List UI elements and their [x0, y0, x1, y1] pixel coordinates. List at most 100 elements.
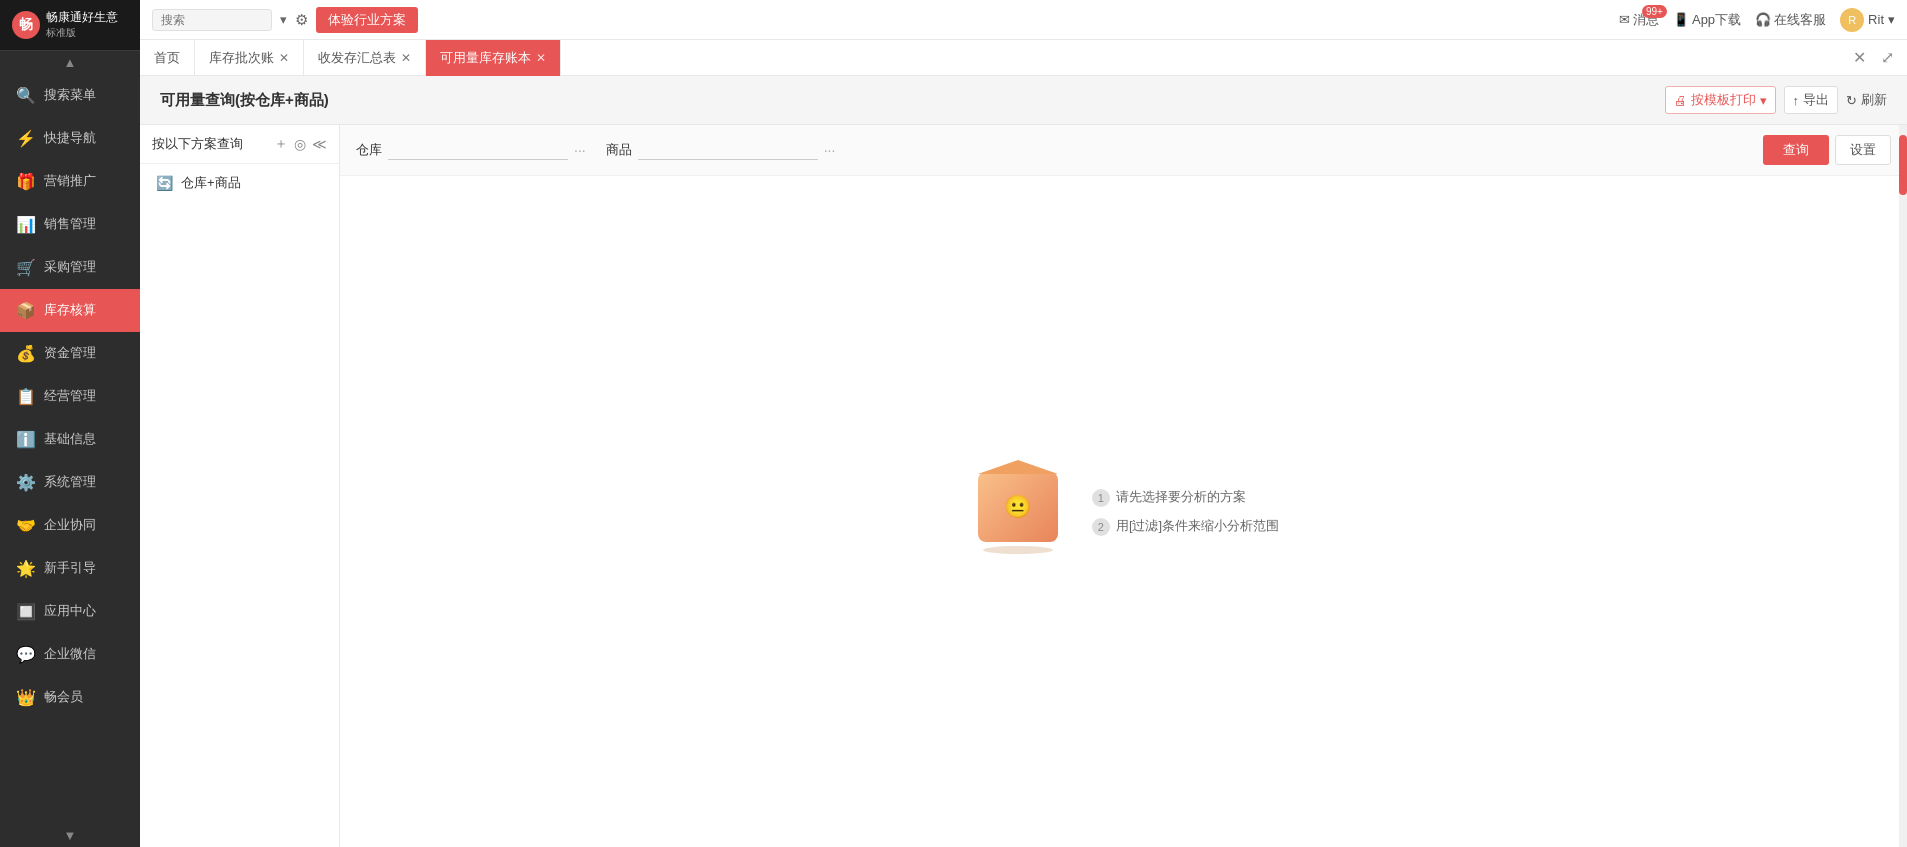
tab-available-close[interactable]: ✕ [536, 51, 546, 65]
empty-tip-1: 1 请先选择要分析的方案 [1092, 488, 1279, 507]
tab-summary-label: 收发存汇总表 [318, 49, 396, 67]
product-label: 商品 [606, 141, 632, 159]
template-print-button[interactable]: 🖨 按模板打印 ▾ [1665, 86, 1776, 114]
filter-settings-icon[interactable]: ◎ [294, 136, 306, 152]
tabs-bar: 首页 库存批次账 ✕ 收发存汇总表 ✕ 可用量库存账本 ✕ ✕ ⤢ [140, 40, 1907, 76]
refresh-icon: ↻ [1846, 93, 1857, 108]
sidebar-item-system[interactable]: ⚙️ 系统管理 [0, 461, 140, 504]
refresh-button[interactable]: ↻ 刷新 [1846, 91, 1887, 109]
message-icon: ✉ [1619, 12, 1630, 27]
filter-header: 按以下方案查询 ＋ ◎ ≪ [140, 125, 339, 164]
topbar: ▾ ⚙ 体验行业方案 ✉ 消息 99+ 📱 App下载 🎧 在线客服 R Rit… [140, 0, 1907, 40]
left-panel: 按以下方案查询 ＋ ◎ ≪ 🔄 仓库+商品 [140, 125, 340, 847]
app-logo-icon: 畅 [12, 11, 40, 39]
settings-button[interactable]: 设置 [1835, 135, 1891, 165]
empty-illustration: 😐 [968, 462, 1068, 562]
query-bar: 仓库 ··· 商品 ··· 查询 设置 [340, 125, 1907, 176]
sidebar-item-label-operation: 经营管理 [44, 387, 96, 405]
export-icon: ↑ [1793, 93, 1800, 108]
filter-scheme-icon: 🔄 [156, 175, 173, 191]
sidebar-item-label-shortcut: 快捷导航 [44, 129, 96, 147]
sidebar-item-member[interactable]: 👑 畅会员 [0, 676, 140, 719]
sidebar-item-operation[interactable]: 📋 经营管理 [0, 375, 140, 418]
filter-add-icon[interactable]: ＋ [274, 135, 288, 153]
tab-batch[interactable]: 库存批次账 ✕ [195, 40, 304, 76]
content-area: 按以下方案查询 ＋ ◎ ≪ 🔄 仓库+商品 仓库 ··· [140, 125, 1907, 847]
sidebar-item-label-sales: 销售管理 [44, 215, 96, 233]
user-menu[interactable]: R Rit ▾ [1840, 8, 1895, 32]
user-name: Rit [1868, 12, 1884, 27]
page-header: 可用量查询(按仓库+商品) 🖨 按模板打印 ▾ ↑ 导出 ↻ 刷新 [140, 76, 1907, 125]
tab-batch-label: 库存批次账 [209, 49, 274, 67]
filter-scheme-item[interactable]: 🔄 仓库+商品 [140, 164, 339, 202]
service-label: 在线客服 [1774, 11, 1826, 29]
member-icon: 👑 [16, 688, 36, 707]
sidebar-item-label-basic: 基础信息 [44, 430, 96, 448]
warehouse-field: 仓库 ··· [356, 140, 586, 160]
tab-summary[interactable]: 收发存汇总表 ✕ [304, 40, 426, 76]
sales-icon: 📊 [16, 215, 36, 234]
online-service-button[interactable]: 🎧 在线客服 [1755, 11, 1826, 29]
query-button[interactable]: 查询 [1763, 135, 1829, 165]
sidebar-item-label-finance: 资金管理 [44, 344, 96, 362]
sidebar-item-basic[interactable]: ℹ️ 基础信息 [0, 418, 140, 461]
sidebar-nav: 🔍 搜索菜单 ⚡ 快捷导航 🎁 营销推广 📊 销售管理 🛒 采购管理 📦 库存核… [0, 74, 140, 824]
sidebar-item-apps[interactable]: 🔲 应用中心 [0, 590, 140, 633]
app-download-button[interactable]: 📱 App下载 [1673, 11, 1741, 29]
sidebar-item-enterprise[interactable]: 🤝 企业协同 [0, 504, 140, 547]
trial-button[interactable]: 体验行业方案 [316, 7, 418, 33]
topbar-dropdown-icon[interactable]: ▾ [280, 12, 287, 27]
filter-scheme-label: 仓库+商品 [181, 174, 241, 192]
topbar-right: ✉ 消息 99+ 📱 App下载 🎧 在线客服 R Rit ▾ [1619, 8, 1895, 32]
message-button[interactable]: ✉ 消息 99+ [1619, 11, 1659, 29]
filter-header-label: 按以下方案查询 [152, 135, 243, 153]
sidebar-item-finance[interactable]: 💰 资金管理 [0, 332, 140, 375]
sidebar-item-search[interactable]: 🔍 搜索菜单 [0, 74, 140, 117]
avatar: R [1840, 8, 1864, 32]
sidebar-item-purchase[interactable]: 🛒 采购管理 [0, 246, 140, 289]
right-scrollbar[interactable] [1899, 125, 1907, 847]
sidebar-item-sales[interactable]: 📊 销售管理 [0, 203, 140, 246]
warehouse-label: 仓库 [356, 141, 382, 159]
tab-available[interactable]: 可用量库存账本 ✕ [426, 40, 561, 76]
search-icon: 🔍 [16, 86, 36, 105]
warehouse-input[interactable] [388, 140, 568, 160]
sidebar-item-label-wechat: 企业微信 [44, 645, 96, 663]
enterprise-icon: 🤝 [16, 516, 36, 535]
tab-batch-close[interactable]: ✕ [279, 51, 289, 65]
app-name: 畅康通好生意 [46, 10, 118, 26]
sidebar-scroll-down[interactable]: ▼ [0, 824, 140, 847]
system-icon: ⚙️ [16, 473, 36, 492]
tab-available-label: 可用量库存账本 [440, 49, 531, 67]
service-icon: 🎧 [1755, 12, 1771, 27]
page-title: 可用量查询(按仓库+商品) [160, 91, 329, 110]
tab-summary-close[interactable]: ✕ [401, 51, 411, 65]
sidebar-item-wechat[interactable]: 💬 企业微信 [0, 633, 140, 676]
search-input[interactable] [152, 9, 272, 31]
filter-header-actions: ＋ ◎ ≪ [274, 135, 327, 153]
purchase-icon: 🛒 [16, 258, 36, 277]
tip-num-2: 2 [1092, 518, 1110, 536]
sidebar-item-newbie[interactable]: 🌟 新手引导 [0, 547, 140, 590]
filter-collapse-icon[interactable]: ≪ [312, 136, 327, 152]
topbar-gear-icon[interactable]: ⚙ [295, 11, 308, 29]
sidebar-logo: 畅 畅康通好生意 标准版 [0, 0, 140, 51]
sidebar-scroll-up[interactable]: ▲ [0, 51, 140, 74]
empty-box-graphic: 😐 [978, 472, 1058, 542]
app-version: 标准版 [46, 26, 118, 40]
product-input[interactable] [638, 140, 818, 160]
sidebar: 畅 畅康通好生意 标准版 ▲ 🔍 搜索菜单 ⚡ 快捷导航 🎁 营销推广 📊 销售… [0, 0, 140, 847]
product-more-icon[interactable]: ··· [824, 142, 836, 158]
tab-home[interactable]: 首页 [140, 40, 195, 76]
sidebar-item-shortcut[interactable]: ⚡ 快捷导航 [0, 117, 140, 160]
sidebar-item-marketing[interactable]: 🎁 营销推广 [0, 160, 140, 203]
inventory-icon: 📦 [16, 301, 36, 320]
warehouse-more-icon[interactable]: ··· [574, 142, 586, 158]
tab-close-all-button[interactable]: ✕ [1847, 46, 1871, 70]
sidebar-item-inventory[interactable]: 📦 库存核算 [0, 289, 140, 332]
empty-state: 😐 1 请先选择要分析的方案 2 用[过滤]条件来缩小分析范围 [340, 176, 1907, 847]
export-button[interactable]: ↑ 导出 [1784, 86, 1839, 114]
empty-tip-2: 2 用[过滤]条件来缩小分析范围 [1092, 517, 1279, 536]
newbie-icon: 🌟 [16, 559, 36, 578]
tab-expand-button[interactable]: ⤢ [1875, 46, 1899, 70]
